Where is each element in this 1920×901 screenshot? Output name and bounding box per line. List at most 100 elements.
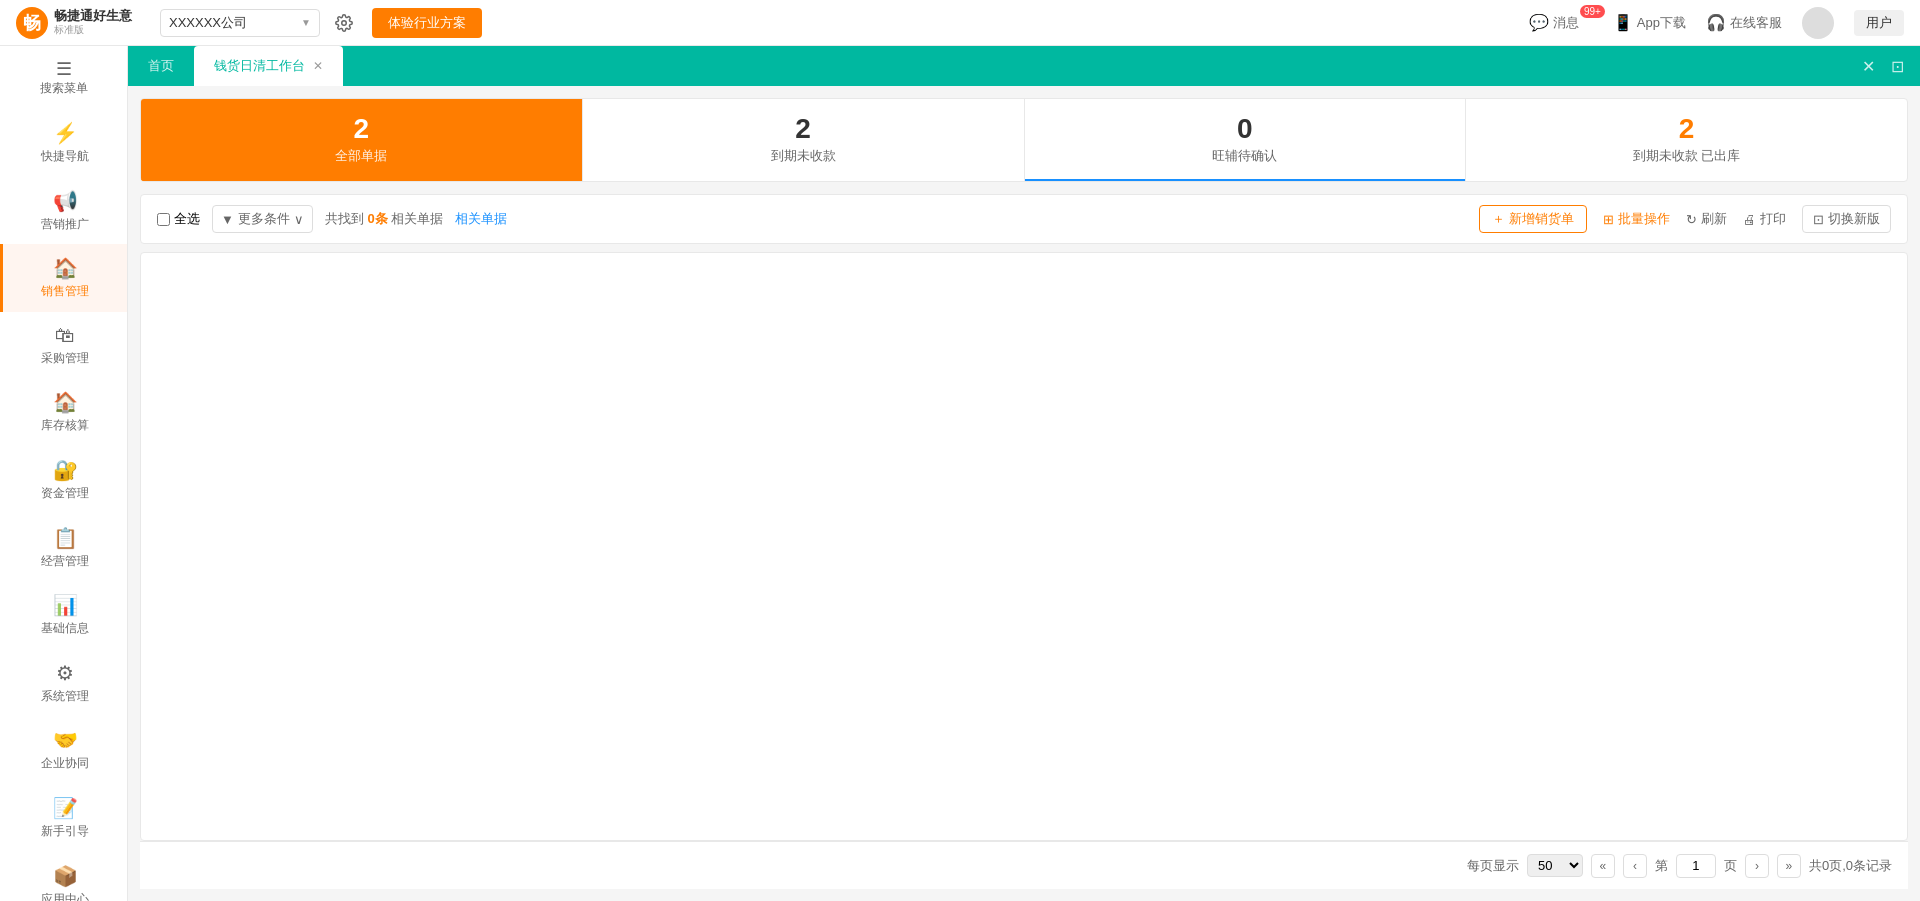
- sidebar-item-finance[interactable]: 🔐 资金管理: [0, 446, 127, 514]
- sidebar-item-label: 库存核算: [41, 418, 89, 434]
- sidebar-item-label: 新手引导: [41, 824, 89, 840]
- refresh-label: 刷新: [1701, 210, 1727, 228]
- refresh-icon: ↻: [1686, 212, 1697, 227]
- search-icon: ☰: [56, 58, 72, 80]
- found-prefix: 共找到: [325, 211, 364, 226]
- sidebar-item-label: 营销推广: [41, 217, 89, 233]
- select-all-label: 全选: [174, 210, 200, 228]
- add-order-button[interactable]: ＋ 新增销货单: [1479, 205, 1587, 233]
- wangwang-label: 旺辅待确认: [1045, 147, 1446, 165]
- page-suffix: 页: [1724, 857, 1737, 875]
- wangwang-underline: [1025, 179, 1466, 181]
- settings-button[interactable]: [328, 7, 360, 39]
- tab-close-button[interactable]: ✕: [1854, 53, 1883, 80]
- page-next-button[interactable]: ›: [1745, 854, 1769, 878]
- company-name: XXXXXX公司: [169, 14, 293, 32]
- sidebar-item-marketing[interactable]: 📢 营销推广: [0, 177, 127, 245]
- sidebar-item-quick-nav[interactable]: ⚡ 快捷导航: [0, 109, 127, 177]
- page-label: 第: [1655, 857, 1668, 875]
- summary-card-overdue[interactable]: 2 到期未收款: [583, 99, 1025, 181]
- content-area: 首页 钱货日清工作台 ✕ ✕ ⊡ 2 全部单据 2: [128, 46, 1920, 901]
- sidebar-search[interactable]: ☰ 搜索菜单: [0, 46, 127, 109]
- switch-icon: ⊡: [1813, 212, 1824, 227]
- pagination-bar: 每页显示 50 100 200 « ‹ 第 页 › » 共0页,0条记录: [140, 841, 1908, 889]
- shipped-count: 2: [1486, 115, 1887, 143]
- guide-icon: 📝: [53, 796, 78, 820]
- select-all-input[interactable]: [157, 213, 170, 226]
- page-size-label: 每页显示: [1467, 857, 1519, 875]
- related-link[interactable]: 相关单据: [455, 210, 507, 228]
- all-count: 2: [161, 115, 562, 143]
- tab-bar: 首页 钱货日清工作台 ✕ ✕ ⊡: [128, 46, 1920, 86]
- page-size-select[interactable]: 50 100 200: [1527, 854, 1583, 877]
- toolbar-right: ＋ 新增销货单 ⊞ 批量操作 ↻ 刷新 🖨 打印: [1479, 205, 1891, 233]
- tab-workbench-label: 钱货日清工作台: [214, 57, 305, 75]
- app-download-button[interactable]: 📱 App下载: [1613, 13, 1686, 32]
- found-info: 共找到 0条 相关单据: [325, 210, 443, 228]
- refresh-button[interactable]: ↻ 刷新: [1686, 210, 1727, 228]
- online-service-button[interactable]: 🎧 在线客服: [1706, 13, 1782, 32]
- page-input[interactable]: [1676, 854, 1716, 878]
- sidebar-item-label: 快捷导航: [41, 149, 89, 165]
- all-label: 全部单据: [161, 147, 562, 165]
- summary-card-wangwang[interactable]: 0 旺辅待确认: [1025, 99, 1467, 181]
- message-icon: 💬: [1529, 13, 1549, 32]
- logo-text: 畅捷通好生意 标准版: [54, 8, 132, 38]
- sidebar-item-purchase[interactable]: 🛍 采购管理: [0, 312, 127, 379]
- sidebar-item-app-center[interactable]: 📦 应用中心: [0, 852, 127, 901]
- online-service-label: 在线客服: [1730, 14, 1782, 32]
- download-icon: 📱: [1613, 13, 1633, 32]
- summary-card-shipped[interactable]: 2 到期未收款 已出库: [1466, 99, 1907, 181]
- sidebar-item-label: 企业协同: [41, 756, 89, 772]
- sidebar-item-sales[interactable]: 🏠 销售管理: [0, 244, 127, 312]
- sidebar-item-label: 采购管理: [41, 351, 89, 367]
- batch-icon: ⊞: [1603, 212, 1614, 227]
- print-button[interactable]: 🖨 打印: [1743, 210, 1786, 228]
- page-first-button[interactable]: «: [1591, 854, 1615, 878]
- company-selector[interactable]: XXXXXX公司 ▼: [160, 9, 320, 37]
- operations-icon: 📋: [53, 526, 78, 550]
- sidebar-item-cooperation[interactable]: 🤝 企业协同: [0, 716, 127, 784]
- sidebar-item-label: 经营管理: [41, 554, 89, 570]
- experience-button[interactable]: 体验行业方案: [372, 8, 482, 38]
- tab-workbench[interactable]: 钱货日清工作台 ✕: [194, 46, 343, 86]
- sidebar-item-basic-info[interactable]: 📊 基础信息: [0, 581, 127, 649]
- tab-expand-button[interactable]: ⊡: [1883, 53, 1912, 80]
- batch-operation-button[interactable]: ⊞ 批量操作: [1603, 210, 1670, 228]
- sidebar-item-label: 基础信息: [41, 621, 89, 637]
- page-prev-button[interactable]: ‹: [1623, 854, 1647, 878]
- summary-cards: 2 全部单据 2 到期未收款 0 旺辅待确认 2 到期未收款 已出库: [140, 98, 1908, 182]
- tab-close-icon[interactable]: ✕: [313, 59, 323, 73]
- batch-label: 批量操作: [1618, 210, 1670, 228]
- sidebar-item-system[interactable]: ⚙ 系统管理: [0, 649, 127, 717]
- add-icon: ＋: [1492, 210, 1505, 228]
- sidebar-item-inventory[interactable]: 🏠 库存核算: [0, 378, 127, 446]
- basic-info-icon: 📊: [53, 593, 78, 617]
- tab-home[interactable]: 首页: [128, 46, 194, 86]
- sidebar: ☰ 搜索菜单 ⚡ 快捷导航 📢 营销推广 🏠 销售管理 🛍 采购管理 🏠 库存核…: [0, 46, 128, 901]
- print-icon: 🖨: [1743, 212, 1756, 227]
- select-all-checkbox[interactable]: 全选: [157, 210, 200, 228]
- svg-point-0: [342, 20, 347, 25]
- app-center-icon: 📦: [53, 864, 78, 888]
- system-icon: ⚙: [56, 661, 74, 685]
- top-header: 畅 畅捷通好生意 标准版 XXXXXX公司 ▼ 体验行业方案 💬 消息 99+ …: [0, 0, 1920, 46]
- cooperation-icon: 🤝: [53, 728, 78, 752]
- sidebar-item-guide[interactable]: 📝 新手引导: [0, 784, 127, 852]
- sidebar-item-operations[interactable]: 📋 经营管理: [0, 514, 127, 582]
- user-avatar[interactable]: [1802, 7, 1834, 39]
- switch-version-button[interactable]: ⊡ 切换新版: [1802, 205, 1891, 233]
- message-button[interactable]: 💬 消息 99+: [1529, 13, 1593, 32]
- all-underline: [141, 179, 582, 181]
- sidebar-item-label: 资金管理: [41, 486, 89, 502]
- shipped-label: 到期未收款 已出库: [1486, 147, 1887, 165]
- search-label: 搜索菜单: [40, 80, 88, 97]
- page-content: 2 全部单据 2 到期未收款 0 旺辅待确认 2 到期未收款 已出库: [128, 86, 1920, 901]
- summary-card-all[interactable]: 2 全部单据: [141, 99, 583, 181]
- page-last-button[interactable]: »: [1777, 854, 1801, 878]
- found-suffix: 相关单据: [391, 211, 443, 226]
- service-icon: 🎧: [1706, 13, 1726, 32]
- filter-button[interactable]: ▼ 更多条件 ∨: [212, 205, 313, 233]
- user-name-display[interactable]: 用户: [1854, 10, 1904, 36]
- header-right: 💬 消息 99+ 📱 App下载 🎧 在线客服 用户: [1529, 7, 1904, 39]
